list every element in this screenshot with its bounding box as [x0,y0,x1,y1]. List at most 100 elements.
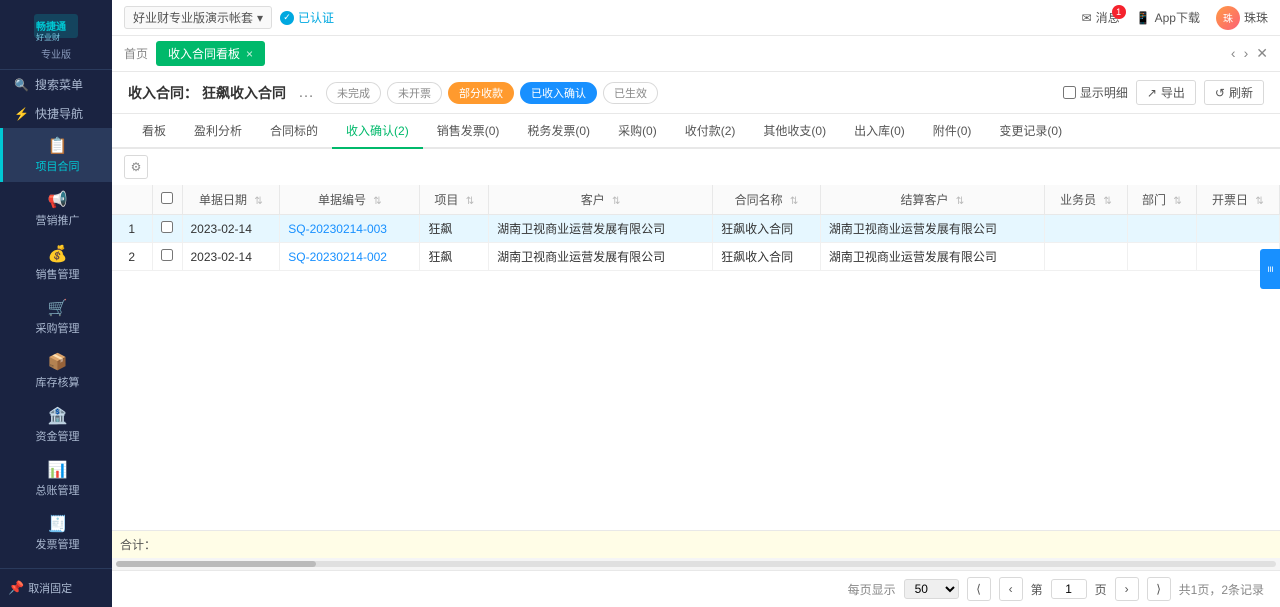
company-selector[interactable]: 好业财专业版演示帐套 ▾ [124,6,272,29]
row-date-2: 2023-02-14 [182,243,280,271]
sidebar-item-invoice[interactable]: 🧾 发票管理 [0,506,112,560]
prev-tab-btn[interactable]: ‹ [1231,45,1236,62]
row-order-1[interactable]: SQ-20230214-003 [280,215,420,243]
sidebar-item-marketing[interactable]: 📢 营销推广 [0,182,112,236]
user-name: 珠珠 [1244,9,1268,26]
row-salesman-2 [1044,243,1127,271]
purchase-icon: 🛒 [48,298,68,318]
page-number-input[interactable] [1051,579,1087,599]
page-unit: 页 [1095,581,1107,598]
tab-target[interactable]: 合同标的 [256,114,332,149]
tab-sales-invoice[interactable]: 销售发票(0) [423,114,514,149]
sidebar-item-inventory[interactable]: 📦 库存核算 [0,344,112,398]
table-area: ⚙ 单据日期 ⇅ 单据编号 ⇅ 项目 ⇅ 客户 ⇅ [112,149,1280,530]
company-name: 好业财专业版演示帐套 [133,9,253,26]
table-row[interactable]: 1 2023-02-14 SQ-20230214-003 狂飙 湖南卫视商业运营… [112,215,1280,243]
next-page-btn[interactable]: › [1115,577,1139,601]
last-page-btn[interactable]: ⟩ [1147,577,1171,601]
tab-tax-invoice[interactable]: 税务发票(0) [513,114,604,149]
sidebar-item-purchase[interactable]: 🛒 采购管理 [0,290,112,344]
per-page-select[interactable]: 50 100 200 [904,579,959,599]
table-wrapper[interactable]: 单据日期 ⇅ 单据编号 ⇅ 项目 ⇅ 客户 ⇅ 合同名称 ⇅ 结算客户 ⇅ 业务… [112,185,1280,530]
col-project-header[interactable]: 项目 ⇅ [420,185,489,215]
quick-nav-item[interactable]: ⚡ 快捷导航 [0,99,112,128]
tab-change[interactable]: 变更记录(0) [985,114,1076,149]
refresh-label: 刷新 [1229,84,1253,101]
user-avatar-btn[interactable]: 珠 珠珠 [1216,6,1268,30]
tab-payment[interactable]: 收付款(2) [671,114,750,149]
page-actions: 显示明细 ↗ 导出 ↺ 刷新 [1063,80,1264,105]
home-tab[interactable]: 首页 [124,45,148,62]
total-label: 合计： [120,536,156,553]
col-order-no-header[interactable]: 单据编号 ⇅ [280,185,420,215]
verified-label: 已认证 [298,9,334,26]
sidebar-item-funds[interactable]: 🏦 资金管理 [0,398,112,452]
close-tab-btn[interactable]: × [246,47,253,61]
tab-purchase[interactable]: 采购(0) [604,114,671,149]
per-page-label: 每页显示 [848,581,896,598]
tab-confirm[interactable]: 收入确认(2) [332,114,423,149]
app-download-btn[interactable]: 📱 App下载 [1136,9,1200,26]
float-action-btn[interactable]: ≡ [1260,249,1280,289]
cancel-pin-item[interactable]: 📌 取消固定 [0,575,112,601]
row-date-1: 2023-02-14 [182,215,280,243]
page-total-info: 共1页，2条记录 [1179,581,1264,598]
col-billing-customer-header[interactable]: 结算客户 ⇅ [820,185,1044,215]
horizontal-scrollbar[interactable] [112,558,1280,570]
project-icon: 📋 [48,136,68,156]
header-right: ✉ 1 消息 📱 App下载 珠 珠珠 [1082,6,1268,30]
tab-profit[interactable]: 盈利分析 [180,114,256,149]
status-uninvoiced-btn[interactable]: 未开票 [387,82,442,104]
sidebar-item-project[interactable]: 📋 项目合同 [0,128,112,182]
tab-inout[interactable]: 出入库(0) [840,114,919,149]
invoice-icon: 🧾 [48,514,68,534]
export-btn[interactable]: ↗ 导出 [1136,80,1196,105]
col-billing-date-header[interactable]: 开票日 ⇅ [1196,185,1279,215]
col-customer-header[interactable]: 客户 ⇅ [489,185,713,215]
status-partial-btn[interactable]: 部分收款 [448,82,514,104]
sidebar-item-label: 项目合同 [36,158,80,174]
col-department-header[interactable]: 部门 ⇅ [1128,185,1197,215]
sidebar-nav-list: 📋 项目合同 📢 营销推广 💰 销售管理 🛒 采购管理 📦 库存核算 🏦 资金管… [0,128,112,568]
more-options-btn[interactable]: … [298,84,314,102]
col-contract-header[interactable]: 合同名称 ⇅ [713,185,821,215]
col-check-header [152,185,182,215]
contract-board-tab[interactable]: 收入合同看板 × [156,41,265,66]
row-check-1[interactable] [152,215,182,243]
status-confirmed-btn[interactable]: 已收入确认 [520,82,597,104]
search-menu-item[interactable]: 🔍 搜索菜单 [0,70,112,99]
sidebar-item-general[interactable]: 📊 总账管理 [0,452,112,506]
next-tab-btn[interactable]: › [1244,45,1249,62]
row-check-2[interactable] [152,243,182,271]
status-effective-btn[interactable]: 已生效 [603,82,658,104]
status-incomplete-btn[interactable]: 未完成 [326,82,381,104]
tab-attachment[interactable]: 附件(0) [919,114,986,149]
first-page-btn[interactable]: ⟨ [967,577,991,601]
scroll-thumb[interactable] [116,561,316,567]
sidebar-item-sales[interactable]: 💰 销售管理 [0,236,112,290]
row-order-2[interactable]: SQ-20230214-002 [280,243,420,271]
order-link-2[interactable]: SQ-20230214-002 [288,250,387,264]
tab-other[interactable]: 其他收支(0) [749,114,840,149]
select-all-checkbox[interactable] [161,192,173,204]
row-project-1: 狂飙 [420,215,489,243]
col-date-header[interactable]: 单据日期 ⇅ [182,185,280,215]
order-link-1[interactable]: SQ-20230214-003 [288,222,387,236]
row-index-1: 1 [112,215,152,243]
sidebar-item-tax[interactable]: 📑 税务管理 [0,560,112,568]
show-detail-checkbox[interactable] [1063,86,1076,99]
tab-kanban[interactable]: 看板 [128,114,180,149]
column-settings-btn[interactable]: ⚙ [124,155,148,179]
message-btn[interactable]: ✉ 1 消息 [1082,9,1120,26]
col-salesman-header[interactable]: 业务员 ⇅ [1044,185,1127,215]
row-customer-2: 湖南卫视商业运营发展有限公司 [489,243,713,271]
refresh-btn[interactable]: ↺ 刷新 [1204,80,1264,105]
row-billing-customer-2: 湖南卫视商业运营发展有限公司 [820,243,1044,271]
content-wrapper: ⚙ 单据日期 ⇅ 单据编号 ⇅ 项目 ⇅ 客户 ⇅ [112,149,1280,607]
show-detail-toggle[interactable]: 显示明细 [1063,84,1128,101]
row-customer-1: 湖南卫视商业运营发展有限公司 [489,215,713,243]
main-area: 好业财专业版演示帐套 ▾ 已认证 ✉ 1 消息 📱 App下载 珠 珠珠 [112,0,1280,607]
prev-page-btn[interactable]: ‹ [999,577,1023,601]
close-all-tabs-btn[interactable]: ✕ [1256,45,1268,62]
table-row[interactable]: 2 2023-02-14 SQ-20230214-002 狂飙 湖南卫视商业运营… [112,243,1280,271]
